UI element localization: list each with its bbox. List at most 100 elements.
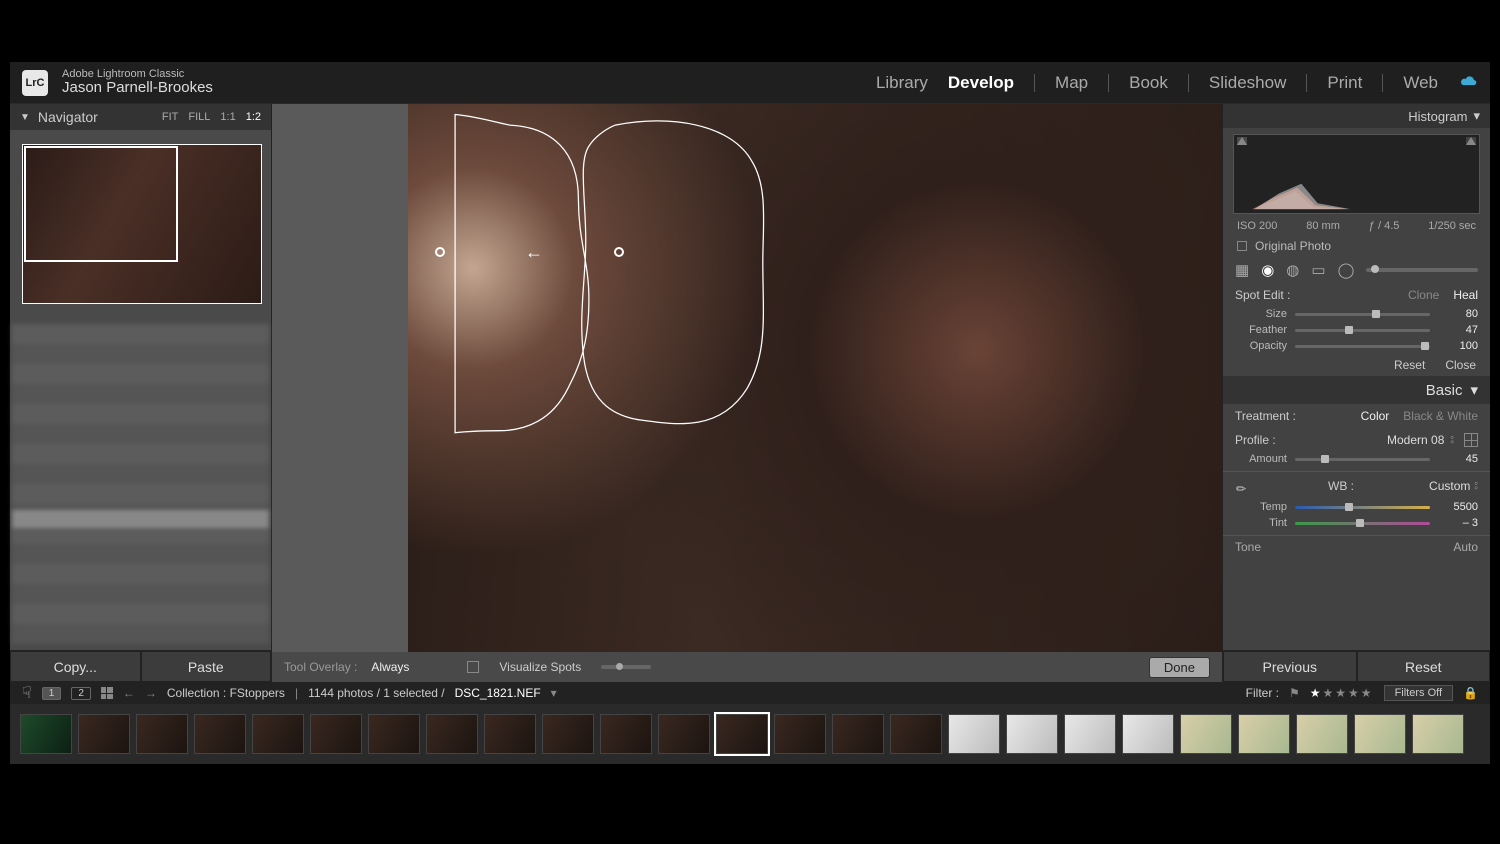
filmstrip-info-bar: ☟ 1 2 ← → Collection : FStoppers | 1144 … — [10, 682, 1490, 704]
spot-close[interactable]: Close — [1445, 358, 1476, 372]
cloud-sync-icon[interactable] — [1458, 73, 1478, 93]
module-print[interactable]: Print — [1327, 73, 1362, 93]
filmstrip-thumb[interactable] — [1064, 714, 1116, 754]
main-view-button[interactable]: 1 — [42, 687, 62, 700]
basic-panel-label[interactable]: Basic — [1426, 382, 1463, 399]
gradient-tool-icon[interactable]: ▭ — [1311, 261, 1325, 279]
filmstrip-thumb[interactable] — [716, 714, 768, 754]
filmstrip-thumb[interactable] — [890, 714, 942, 754]
zoom-1to1[interactable]: 1:1 — [220, 111, 235, 123]
nav-fwd-icon[interactable]: → — [145, 686, 157, 700]
highlight-clip-icon[interactable] — [1466, 137, 1476, 145]
navigator-label: Navigator — [38, 109, 98, 125]
filmstrip-thumb[interactable] — [1412, 714, 1464, 754]
eyedropper-icon[interactable]: ✎ — [1233, 474, 1256, 497]
tool-overlay-bar: Tool Overlay : Always Visualize Spots Do… — [272, 652, 1222, 682]
histogram[interactable] — [1233, 134, 1480, 214]
filmstrip-thumb[interactable] — [426, 714, 478, 754]
divider — [1306, 74, 1307, 92]
tool-strip: ▦ ◉ ◍ ▭ ◯ — [1223, 256, 1490, 284]
filmstrip-thumb[interactable] — [1122, 714, 1174, 754]
navigator-header[interactable]: ▼ Navigator FIT FILL 1:1 1:2 — [10, 104, 271, 130]
grid-view-icon[interactable] — [101, 687, 113, 699]
spot-removal-tool-icon[interactable]: ◉ — [1261, 261, 1274, 279]
original-photo-checkbox[interactable] — [1237, 241, 1247, 251]
filmstrip-thumb[interactable] — [194, 714, 246, 754]
filmstrip-thumb[interactable] — [484, 714, 536, 754]
filmstrip-thumb[interactable] — [1238, 714, 1290, 754]
collections-list[interactable] — [12, 324, 269, 644]
reset-button[interactable]: Reset — [1357, 651, 1491, 682]
flag-filter-icon[interactable]: ⚑ — [1289, 686, 1300, 700]
redeye-tool-icon[interactable]: ◍ — [1286, 261, 1299, 279]
zoom-1to2[interactable]: 1:2 — [246, 111, 261, 123]
chevron-icon[interactable]: ⦂ — [1474, 478, 1478, 493]
filmstrip-thumb[interactable] — [252, 714, 304, 754]
filmstrip-thumb[interactable] — [20, 714, 72, 754]
module-web[interactable]: Web — [1403, 73, 1438, 93]
paste-button[interactable]: Paste — [141, 651, 272, 682]
chevron-icon[interactable]: ⦂ — [1450, 432, 1454, 447]
filmstrip-thumb[interactable] — [1006, 714, 1058, 754]
wb-label: WB : — [1253, 479, 1429, 493]
module-map[interactable]: Map — [1055, 73, 1088, 93]
filter-lock-icon[interactable]: 🔒 — [1463, 686, 1478, 700]
temp-slider[interactable] — [1295, 506, 1430, 509]
spot-reset[interactable]: Reset — [1394, 358, 1425, 372]
treatment-bw[interactable]: Black & White — [1403, 409, 1478, 423]
tool-overlay-value[interactable]: Always — [371, 660, 409, 674]
zoom-fill[interactable]: FILL — [188, 111, 210, 123]
module-slideshow[interactable]: Slideshow — [1209, 73, 1287, 93]
tool-overlay-label: Tool Overlay : — [284, 660, 357, 674]
filmstrip-thumb[interactable] — [1180, 714, 1232, 754]
pointer-icon[interactable]: ☟ — [22, 683, 32, 703]
radial-tool-icon[interactable]: ◯ — [1338, 261, 1355, 279]
copy-button[interactable]: Copy... — [10, 651, 141, 682]
filmstrip-thumb[interactable] — [948, 714, 1000, 754]
profile-value[interactable]: Modern 08 — [1387, 433, 1444, 447]
shadow-clip-icon[interactable] — [1237, 137, 1247, 145]
tint-slider[interactable] — [1295, 522, 1430, 525]
auto-tone-button[interactable]: Auto — [1453, 540, 1478, 554]
filmstrip-thumb[interactable] — [832, 714, 884, 754]
module-library[interactable]: Library — [876, 73, 928, 93]
filmstrip-thumb[interactable] — [600, 714, 652, 754]
amount-slider[interactable] — [1295, 458, 1430, 461]
zoom-fit[interactable]: FIT — [162, 111, 179, 123]
histogram-header[interactable]: Histogram ▾ — [1223, 104, 1490, 128]
rating-filter[interactable]: ★★★★★ — [1310, 686, 1374, 700]
heal-mode[interactable]: Heal — [1453, 288, 1478, 302]
filmstrip-thumb[interactable] — [1296, 714, 1348, 754]
visualize-spots-checkbox[interactable] — [467, 661, 479, 673]
navigator-thumbnail[interactable] — [22, 144, 262, 304]
feather-slider[interactable] — [1295, 329, 1430, 332]
filmstrip-thumb[interactable] — [774, 714, 826, 754]
previous-button[interactable]: Previous — [1223, 651, 1357, 682]
nav-back-icon[interactable]: ← — [123, 686, 135, 700]
filmstrip[interactable] — [10, 704, 1490, 764]
done-button[interactable]: Done — [1149, 657, 1210, 678]
filmstrip-thumb[interactable] — [310, 714, 362, 754]
profile-browser-icon[interactable] — [1464, 433, 1478, 447]
secondary-view-button[interactable]: 2 — [71, 687, 91, 700]
visualize-threshold-slider[interactable] — [601, 665, 651, 669]
image-canvas[interactable]: ← — [272, 104, 1222, 652]
filters-off-dropdown[interactable]: Filters Off — [1384, 685, 1453, 701]
filmstrip-thumb[interactable] — [658, 714, 710, 754]
treatment-color[interactable]: Color — [1361, 409, 1390, 423]
collection-label[interactable]: Collection : FStoppers — [167, 686, 285, 700]
size-slider[interactable] — [1295, 313, 1430, 316]
filmstrip-thumb[interactable] — [1354, 714, 1406, 754]
module-book[interactable]: Book — [1129, 73, 1168, 93]
filmstrip-thumb[interactable] — [368, 714, 420, 754]
clone-mode[interactable]: Clone — [1408, 288, 1439, 302]
right-panel: Histogram ▾ ISO 200 80 mm ƒ / 4.5 1/250 … — [1222, 104, 1490, 682]
module-develop[interactable]: Develop — [948, 73, 1014, 93]
filmstrip-thumb[interactable] — [78, 714, 130, 754]
crop-tool-icon[interactable]: ▦ — [1235, 261, 1249, 279]
wb-value[interactable]: Custom — [1429, 479, 1470, 493]
filmstrip-thumb[interactable] — [136, 714, 188, 754]
filmstrip-thumb[interactable] — [542, 714, 594, 754]
tool-size-slider[interactable] — [1366, 268, 1478, 272]
opacity-slider[interactable] — [1295, 345, 1430, 348]
